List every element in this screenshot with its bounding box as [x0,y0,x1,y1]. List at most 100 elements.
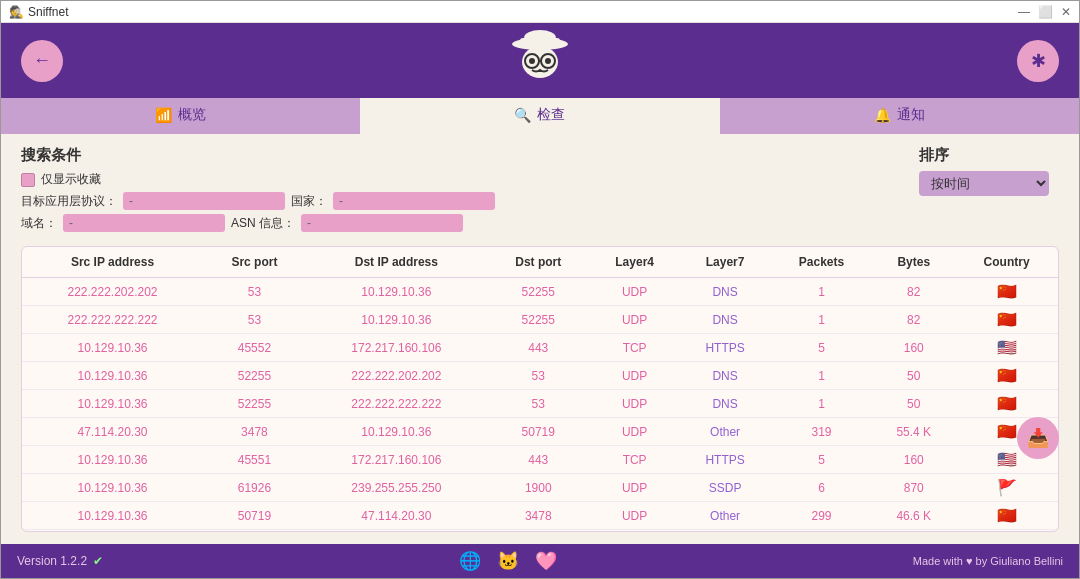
cell-dst-ip: 47.114.20.30 [306,502,487,530]
cell-layer4: UDP [590,390,680,418]
domain-input[interactable] [63,214,225,232]
cell-src-port: 45552 [203,334,306,362]
cell-dst-port: 1900 [487,474,590,502]
cell-src-ip: 222.222.202.202 [22,278,203,306]
close-btn[interactable]: ✕ [1061,5,1071,19]
cell-packets: 5 [771,334,873,362]
cell-dst-port: 50719 [487,418,590,446]
table-row[interactable]: 222.222.222.222 53 10.129.10.36 52255 UD… [22,306,1058,334]
cell-src-ip: 10.129.10.36 [22,446,203,474]
cell-country: 🇨🇳 [955,390,1058,418]
cell-src-port: 50719 [203,530,306,533]
cell-layer7: DNS [680,306,771,334]
cell-layer4: UDP [590,278,680,306]
cell-src-port: 52255 [203,362,306,390]
cell-country: 🇺🇸 [955,334,1058,362]
cell-country: 🇨🇳 [955,306,1058,334]
cell-bytes: 160 [872,334,955,362]
table-row[interactable]: 10.129.10.36 50719 47.114.20.30 3478 UDP… [22,502,1058,530]
table-body: 222.222.202.202 53 10.129.10.36 52255 UD… [22,278,1058,533]
cell-packets: 299 [771,502,873,530]
cell-bytes: 870 [872,474,955,502]
globe-icon[interactable]: 🌐 [459,550,481,572]
cell-dst-port: 40880 [487,530,590,533]
tab-notify[interactable]: 🔔 通知 [720,98,1079,134]
table-row[interactable]: 10.129.10.36 52255 222.222.202.202 53 UD… [22,362,1058,390]
col-dst-port: Dst port [487,247,590,278]
table-row[interactable]: 10.129.10.36 61926 239.255.255.250 1900 … [22,474,1058,502]
cell-bytes: 82 [872,278,955,306]
cell-dst-port: 52255 [487,278,590,306]
asn-input[interactable] [301,214,463,232]
tab-overview[interactable]: 📶 概览 [1,98,360,134]
cell-layer7: Other [680,502,771,530]
cell-bytes: 46.6 K [872,502,955,530]
sort-title: 排序 [919,146,1059,165]
cell-dst-ip: 10.129.10.36 [306,278,487,306]
col-src-ip: Src IP address [22,247,203,278]
cell-src-port: 50719 [203,502,306,530]
github-icon[interactable]: 🐱 [497,550,519,572]
cell-packets: 1 [771,306,873,334]
cell-src-ip: 10.129.10.36 [22,390,203,418]
table-row[interactable]: 222.222.202.202 53 10.129.10.36 52255 UD… [22,278,1058,306]
cell-src-port: 3478 [203,418,306,446]
cell-layer4: UDP [590,362,680,390]
cell-layer4: UDP [590,474,680,502]
tab-inspect[interactable]: 🔍 检查 [360,98,719,134]
inspect-icon: 🔍 [514,107,531,123]
cell-layer4: UDP [590,418,680,446]
sort-dropdown[interactable]: 按时间 按流量 按数据包 [919,171,1049,196]
favorites-checkbox[interactable] [21,173,35,187]
country-label: 国家： [291,193,327,210]
cell-layer7: Other [680,530,771,533]
overview-icon: 📶 [155,107,172,123]
cell-layer4: TCP [590,446,680,474]
checkmark-icon: ✔ [93,554,103,568]
search-title: 搜索条件 [21,146,879,165]
footer-links[interactable]: 🌐 🐱 🩷 [459,550,557,572]
cell-src-ip: 10.129.10.36 [22,530,203,533]
table-row[interactable]: 10.129.10.36 50719 111.227.219.42 40880 … [22,530,1058,533]
cell-layer7: HTTPS [680,334,771,362]
cell-layer7: HTTPS [680,446,771,474]
country-input[interactable] [333,192,495,210]
back-button[interactable]: ← [21,40,63,82]
cell-src-port: 53 [203,306,306,334]
svg-point-8 [545,58,551,64]
window-controls[interactable]: — ⬜ ✕ [1018,5,1071,19]
table-row[interactable]: 10.129.10.36 52255 222.222.222.222 53 UD… [22,390,1058,418]
tab-inspect-label: 检查 [537,106,565,124]
cell-dst-ip: 10.129.10.36 [306,418,487,446]
cell-layer4: UDP [590,502,680,530]
cell-layer7: DNS [680,390,771,418]
cell-dst-port: 53 [487,390,590,418]
cell-dst-port: 443 [487,446,590,474]
domain-label: 域名： [21,215,57,232]
maximize-btn[interactable]: ⬜ [1038,5,1053,19]
cell-layer7: DNS [680,362,771,390]
cell-dst-ip: 172.217.160.106 [306,446,487,474]
cell-src-ip: 10.129.10.36 [22,362,203,390]
tab-notify-label: 通知 [897,106,925,124]
sort-section: 排序 按时间 按流量 按数据包 [919,146,1059,236]
table-row[interactable]: 10.129.10.36 45551 172.217.160.106 443 T… [22,446,1058,474]
minimize-btn[interactable]: — [1018,5,1030,19]
app-protocol-input[interactable] [123,192,285,210]
notify-icon: 🔔 [874,107,891,123]
version-text: Version 1.2.2 [17,554,87,568]
cell-country: 🇨🇳 [955,530,1058,533]
cell-bytes: 82 [872,306,955,334]
app-icon: 🕵️ [9,5,24,19]
cell-packets: 319 [771,418,873,446]
svg-point-2 [524,30,556,46]
settings-button[interactable]: ✱ [1017,40,1059,82]
header: ← [1,23,1079,98]
table-container: Src IP address Src port Dst IP address D… [21,246,1059,532]
heart-icon[interactable]: 🩷 [535,550,557,572]
table-row[interactable]: 10.129.10.36 45552 172.217.160.106 443 T… [22,334,1058,362]
export-button[interactable]: 📥 [1017,417,1059,459]
cell-dst-ip: 111.227.219.42 [306,530,487,533]
table-row[interactable]: 47.114.20.30 3478 10.129.10.36 50719 UDP… [22,418,1058,446]
cell-dst-port: 443 [487,334,590,362]
